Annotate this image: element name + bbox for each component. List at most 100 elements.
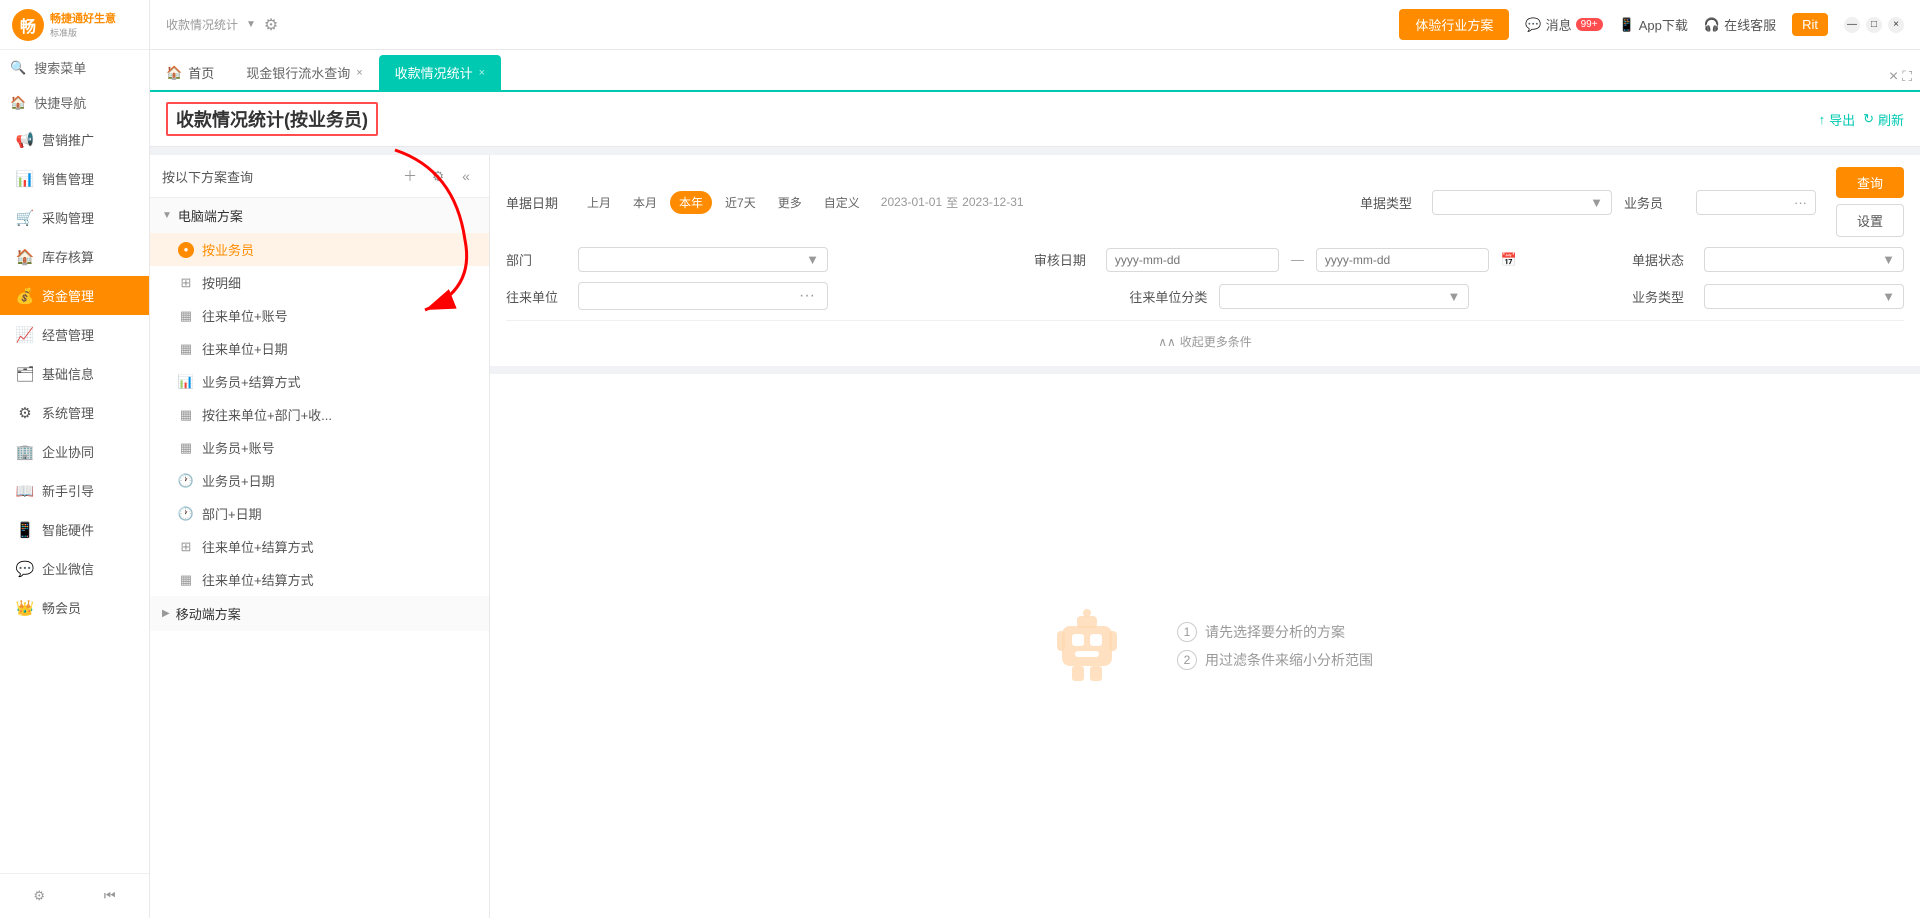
chevron-down-icon: ▼ [1590, 195, 1603, 210]
date-tab-7days[interactable]: 近7天 [716, 191, 765, 214]
sidebar-item-purchase[interactable]: 🛒 采购管理 [0, 198, 149, 237]
collapse-panel-btn[interactable]: « [455, 165, 477, 187]
export-btn[interactable]: ↑ 导出 [1819, 110, 1856, 129]
quick-nav-item[interactable]: 🏠 快捷导航 [0, 85, 149, 120]
chevron-down-icon: ▼ [806, 252, 819, 267]
calendar-icon[interactable]: 📅 [1501, 252, 1517, 268]
sidebar-item-label: 智能硬件 [42, 520, 94, 539]
search-menu-item[interactable]: 🔍 搜索菜单 [0, 50, 149, 85]
date-tab-this-year[interactable]: 本年 [670, 191, 712, 214]
tip-2-text: 用过滤条件来缩小分析范围 [1205, 650, 1373, 670]
tab-receipt[interactable]: 收款情况统计 × [379, 55, 501, 92]
tab-home-label: 首页 [188, 63, 214, 82]
tab-home[interactable]: 🏠 首页 [150, 55, 230, 92]
sidebar-item-enterprise[interactable]: 🏢 企业协同 [0, 432, 149, 471]
salesman-select[interactable]: ··· [1696, 190, 1816, 215]
schema-item-partner-settle2[interactable]: ▦ 往来单位+结算方式 [150, 563, 489, 596]
doc-status-select[interactable]: ▼ [1704, 247, 1904, 272]
sidebar-item-vip[interactable]: 👑 畅会员 [0, 588, 149, 627]
maximize-btn[interactable]: □ [1866, 17, 1882, 33]
logo-badge: 标准版 [50, 26, 116, 39]
sidebar-item-inventory[interactable]: 🏠 库存核算 [0, 237, 149, 276]
search-menu-label: 搜索菜单 [34, 58, 86, 77]
messages-badge: 99+ [1576, 18, 1603, 31]
refresh-btn[interactable]: ↻ 刷新 [1863, 110, 1904, 129]
query-buttons: 查询 设置 [1836, 167, 1904, 237]
sidebar-item-finance[interactable]: 💰 资金管理 [0, 276, 149, 315]
tab-close-all[interactable]: × [1889, 68, 1898, 86]
message-icon: 💬 [1525, 17, 1541, 33]
table-icon: ▦ [178, 440, 194, 456]
tab-bank[interactable]: 现金银行流水查询 × [230, 55, 378, 92]
date-tab-more[interactable]: 更多 [769, 191, 811, 214]
biz-type-select[interactable]: ▼ [1704, 284, 1904, 309]
sidebar-collapse-btn[interactable]: ⏮ [79, 882, 142, 910]
table-icon: ▦ [178, 308, 194, 324]
tab-receipt-close[interactable]: × [479, 67, 485, 79]
empty-tip-2: 2 用过滤条件来缩小分析范围 [1177, 650, 1373, 670]
add-schema-btn[interactable]: ＋ [399, 165, 421, 187]
dept-select[interactable]: ▼ [578, 247, 828, 272]
try-industry-btn[interactable]: 体验行业方案 [1399, 9, 1509, 40]
schema-item-partner-dept-collect[interactable]: ▦ 按往来单位+部门+收... [150, 398, 489, 431]
schema-item-salesman-settle[interactable]: 📊 业务员+结算方式 [150, 365, 489, 398]
app-download-label: App下载 [1639, 15, 1688, 34]
partner-category-select[interactable]: ▼ [1219, 284, 1469, 309]
audit-date-start[interactable] [1106, 248, 1279, 272]
mobile-group-header[interactable]: ▶ 移动端方案 [150, 596, 489, 631]
sidebar-item-system[interactable]: ⚙ 系统管理 [0, 393, 149, 432]
desktop-group-label: 电脑端方案 [178, 206, 243, 225]
logo-name: 畅捷通好生意 [50, 10, 116, 26]
sidebar-item-marketing[interactable]: 📢 营销推广 [0, 120, 149, 159]
schema-item-by-detail[interactable]: ⊞ 按明细 [150, 266, 489, 299]
messages-btn[interactable]: 💬 消息 99+ [1525, 15, 1602, 34]
robot-illustration [1037, 596, 1137, 696]
doc-type-select[interactable]: ▼ [1432, 190, 1612, 215]
user-avatar[interactable]: Rit [1792, 13, 1828, 36]
enterprise-icon: 🏢 [16, 443, 34, 461]
schema-item-dept-date[interactable]: 🕐 部门+日期 [150, 497, 489, 530]
schema-item-partner-account[interactable]: ▦ 往来单位+账号 [150, 299, 489, 332]
more-dots-icon[interactable]: ··· [799, 287, 815, 305]
schema-item-by-salesman[interactable]: ● 按业务员 [150, 233, 489, 266]
tab-fullscreen[interactable]: ⛶ [1902, 68, 1912, 86]
collapse-filters-btn[interactable]: ∧∧ 收起更多条件 [1150, 329, 1260, 354]
header-settings-icon[interactable]: ⚙ [264, 15, 278, 35]
settings-btn[interactable]: 设置 [1836, 204, 1904, 237]
audit-date-end[interactable] [1316, 248, 1489, 272]
sidebar-item-basicinfo[interactable]: 🗂 基础信息 [0, 354, 149, 393]
sidebar-item-label: 经营管理 [42, 325, 94, 344]
schema-item-salesman-date[interactable]: 🕐 业务员+日期 [150, 464, 489, 497]
breadcrumb: 收款情况统计 [166, 16, 238, 33]
sidebar-item-hardware[interactable]: 📱 智能硬件 [0, 510, 149, 549]
biz-type-label: 业务类型 [1632, 287, 1692, 306]
online-service-btn[interactable]: 🎧 在线客服 [1704, 15, 1776, 34]
partner-select[interactable]: ··· [578, 282, 828, 310]
schema-item-label: 按业务员 [202, 240, 254, 259]
chevron-down-icon: ▼ [1447, 289, 1460, 304]
date-tab-this-month[interactable]: 本月 [624, 191, 666, 214]
guide-icon: 📖 [16, 482, 34, 500]
query-btn[interactable]: 查询 [1836, 167, 1904, 198]
schema-item-partner-settle1[interactable]: ⊞ 往来单位+结算方式 [150, 530, 489, 563]
close-btn[interactable]: × [1888, 17, 1904, 33]
schema-item-salesman-account[interactable]: ▦ 业务员+账号 [150, 431, 489, 464]
empty-tips: 1 请先选择要分析的方案 2 用过滤条件来缩小分析范围 [1177, 622, 1373, 670]
tab-bank-close[interactable]: × [356, 67, 362, 79]
desktop-group-header[interactable]: ▼ 电脑端方案 [150, 198, 489, 233]
sidebar-item-wechat[interactable]: 💬 企业微信 [0, 549, 149, 588]
sidebar-item-guide[interactable]: 📖 新手引导 [0, 471, 149, 510]
sidebar-settings-btn[interactable]: ⚙ [8, 882, 71, 910]
minimize-btn[interactable]: — [1844, 17, 1860, 33]
operations-icon: 📈 [16, 326, 34, 344]
sidebar-item-operations[interactable]: 📈 经营管理 [0, 315, 149, 354]
sidebar-item-sales[interactable]: 📊 销售管理 [0, 159, 149, 198]
date-range-display: 2023-01-01 至 2023-12-31 [881, 194, 1024, 211]
schema-item-label: 往来单位+日期 [202, 339, 288, 358]
date-tab-custom[interactable]: 自定义 [815, 191, 869, 214]
schema-settings-btn[interactable]: ⚙ [427, 165, 449, 187]
schema-item-label: 业务员+账号 [202, 438, 275, 457]
app-download-btn[interactable]: 📱 App下载 [1619, 15, 1688, 34]
date-tab-last-month[interactable]: 上月 [578, 191, 620, 214]
schema-item-partner-date[interactable]: ▦ 往来单位+日期 [150, 332, 489, 365]
